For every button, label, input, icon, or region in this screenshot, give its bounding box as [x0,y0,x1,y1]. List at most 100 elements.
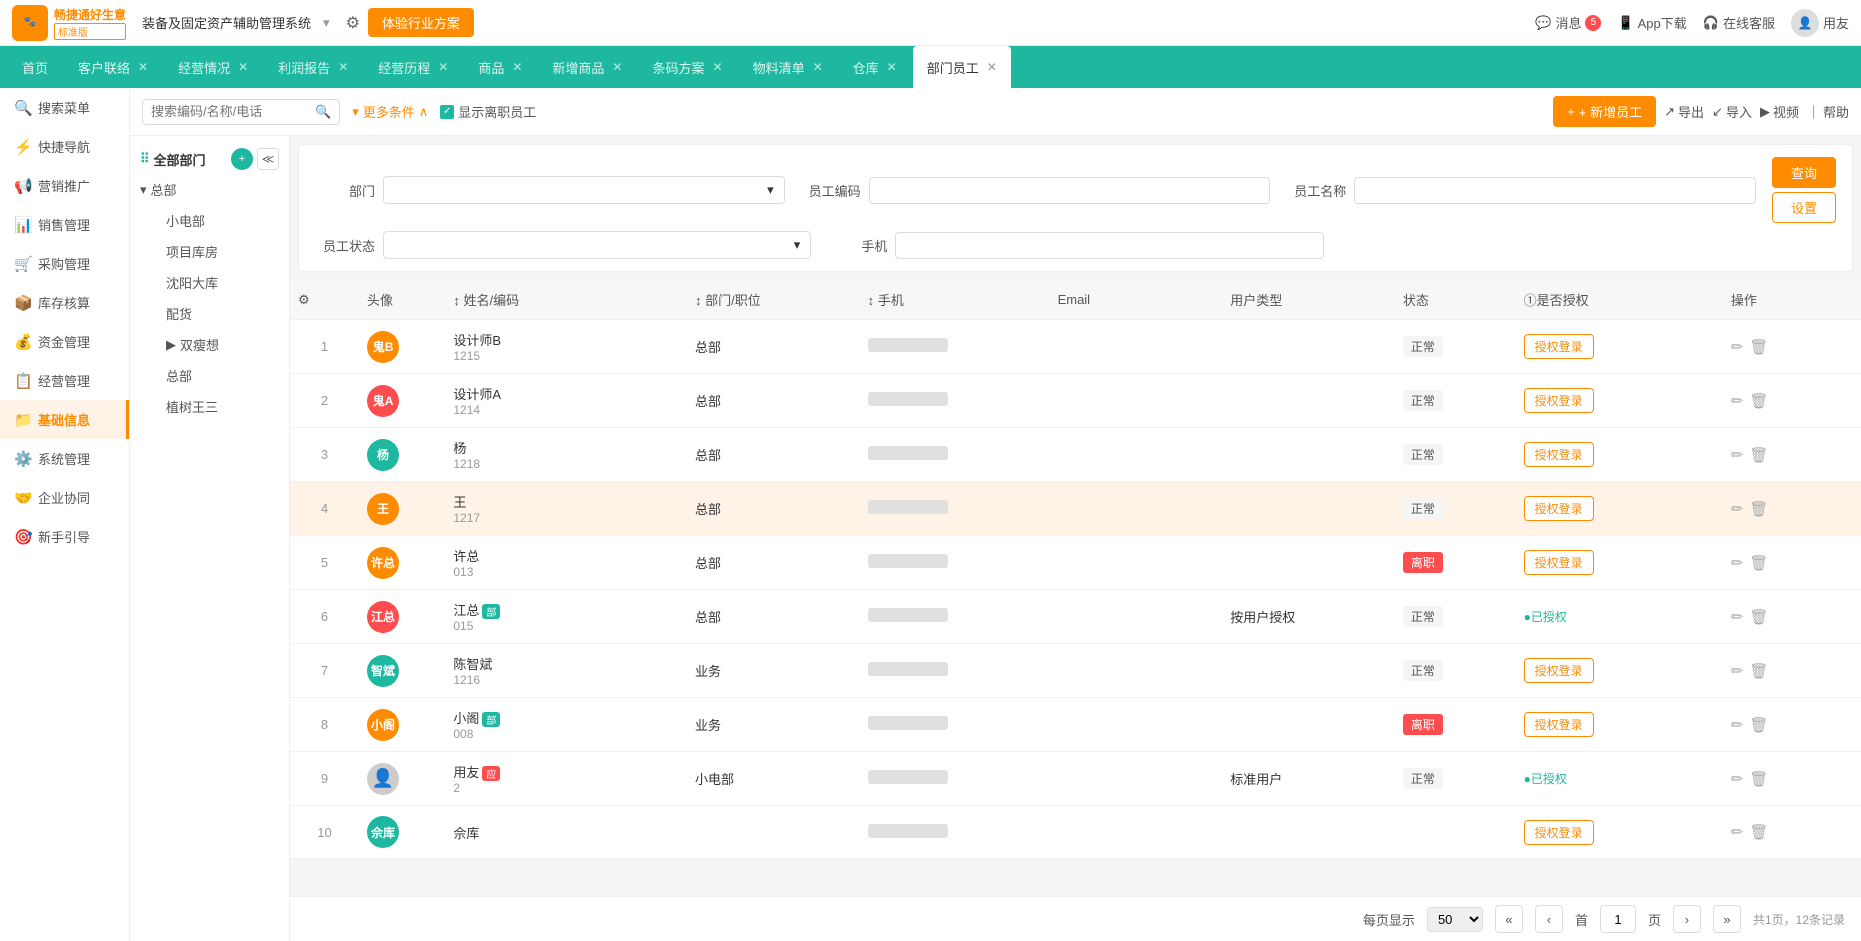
auth-btn[interactable]: 授权登录 [1524,712,1594,737]
user-menu[interactable]: 👤 用友 [1791,9,1849,37]
delete-icon[interactable]: 🗑 [1749,823,1768,841]
add-dept-btn[interactable]: + [231,148,253,170]
sidebar-item-collab[interactable]: 🤝 企业协同 [0,478,129,517]
sidebar-item-bizmanage[interactable]: 📋 经营管理 [0,361,129,400]
close-icon[interactable]: ✕ [338,60,348,74]
edit-icon[interactable]: ✏ [1731,823,1744,841]
collapse-dept-btn[interactable]: ≪ [257,148,279,170]
tab-barcode[interactable]: 条码方案✕ [638,46,736,88]
auth-btn[interactable]: 授权登录 [1524,496,1594,521]
tab-customer[interactable]: 客户联络✕ [64,46,162,88]
auth-btn[interactable]: 授权登录 [1524,388,1594,413]
th-settings[interactable]: ⚙ [290,280,359,320]
show-resigned-toggle[interactable]: ✓ 显示离职员工 [440,102,536,121]
edit-icon[interactable]: ✏ [1731,770,1744,788]
auth-btn[interactable]: 授权登录 [1524,334,1594,359]
code-input[interactable] [869,177,1271,204]
delete-icon[interactable]: 🗑 [1749,608,1768,626]
tab-bom[interactable]: 物料清单✕ [739,46,837,88]
sidebar-item-inventory[interactable]: 📦 库存核算 [0,283,129,322]
delete-icon[interactable]: 🗑 [1749,338,1768,356]
help-btn[interactable]: ｜ 帮助 [1807,102,1849,121]
edit-icon[interactable]: ✏ [1731,554,1744,572]
dept-item-headquarters-expand[interactable]: ▾ 总部 [130,174,289,205]
message-btn[interactable]: 💬 消息 5 [1535,13,1601,32]
view-btn[interactable]: ▶ 视频 [1760,102,1799,121]
edit-icon[interactable]: ✏ [1731,446,1744,464]
delete-icon[interactable]: 🗑 [1749,554,1768,572]
th-phone[interactable]: ↕ 手机 [860,280,1050,320]
last-page-btn[interactable]: » [1713,905,1741,933]
close-icon[interactable]: ✕ [713,60,723,74]
delete-icon[interactable]: 🗑 [1749,716,1768,734]
auth-btn[interactable]: 授权登录 [1524,442,1594,467]
edit-icon[interactable]: ✏ [1731,392,1744,410]
delete-icon[interactable]: 🗑 [1749,770,1768,788]
sidebar-item-finance[interactable]: 💰 资金管理 [0,322,129,361]
first-page-btn[interactable]: « [1495,905,1523,933]
th-dept[interactable]: ↕ 部门/职位 [687,280,860,320]
close-icon[interactable]: ✕ [512,60,522,74]
auth-btn[interactable]: 授权登录 [1524,820,1594,845]
sidebar-item-quicknav[interactable]: ⚡ 快捷导航 [0,127,129,166]
auth-btn[interactable]: 授权登录 [1524,658,1594,683]
sidebar-item-purchase[interactable]: 🛒 采购管理 [0,244,129,283]
dept-item-zhishu[interactable]: 植树王三 [130,391,289,422]
delete-icon[interactable]: 🗑 [1749,392,1768,410]
add-employee-btn[interactable]: + + 新增员工 [1553,96,1656,127]
tab-employees[interactable]: 部门员工✕ [913,46,1011,88]
system-title-arrow[interactable]: ▾ [323,15,330,31]
close-icon[interactable]: ✕ [813,60,823,74]
dept-item-shuang[interactable]: ▶ 双瘦想 [130,329,289,360]
edit-icon[interactable]: ✏ [1731,662,1744,680]
tab-profit[interactable]: 利润报告✕ [264,46,362,88]
tab-addgoods[interactable]: 新增商品✕ [538,46,636,88]
tab-warehouse[interactable]: 仓库✕ [839,46,911,88]
sidebar-item-guide[interactable]: 🎯 新手引导 [0,517,129,556]
th-name[interactable]: ↕ 姓名/编码 [445,280,687,320]
delete-icon[interactable]: 🗑 [1749,500,1768,518]
dept-select[interactable]: ▾ [383,176,785,204]
dept-item-shenyang[interactable]: 沈阳大库 [130,267,289,298]
close-icon[interactable]: ✕ [887,60,897,74]
dept-item-xiaodibu[interactable]: 小电部 [130,205,289,236]
dept-item-zongbu[interactable]: 总部 [130,360,289,391]
sidebar-item-basic[interactable]: 📁 基础信息 [0,400,129,439]
page-input[interactable] [1600,905,1636,933]
dept-item-distribution[interactable]: 配货 [130,298,289,329]
sidebar-item-marketing[interactable]: 📢 营销推广 [0,166,129,205]
settings-icon[interactable]: ⚙ [346,13,360,33]
more-filter-btn[interactable]: ▾ 更多条件 ∧ [352,102,428,121]
trial-btn[interactable]: 体验行业方案 [368,8,474,37]
app-download-btn[interactable]: 📱 App下载 [1617,13,1686,32]
online-service-btn[interactable]: 🎧 在线客服 [1703,13,1775,32]
next-page-btn[interactable]: › [1673,905,1701,933]
page-size-select[interactable]: 50 20 100 [1427,907,1483,932]
delete-icon[interactable]: 🗑 [1749,446,1768,464]
export-btn[interactable]: ↗ 导出 [1664,102,1704,121]
close-icon[interactable]: ✕ [612,60,622,74]
close-icon[interactable]: ✕ [238,60,248,74]
search-input[interactable] [151,104,311,119]
setting-btn[interactable]: 设置 [1772,192,1836,223]
name-input[interactable] [1354,177,1756,204]
status-select[interactable]: ▾ [383,231,811,259]
query-btn[interactable]: 查询 [1772,157,1836,188]
phone-input[interactable] [895,232,1323,259]
dept-item-project[interactable]: 项目库房 [130,236,289,267]
close-icon[interactable]: ✕ [987,60,997,74]
tab-history[interactable]: 经营历程✕ [364,46,462,88]
sidebar-item-system[interactable]: ⚙️ 系统管理 [0,439,129,478]
close-icon[interactable]: ✕ [438,60,448,74]
tab-goods[interactable]: 商品✕ [464,46,536,88]
auth-btn[interactable]: 授权登录 [1524,550,1594,575]
close-icon[interactable]: ✕ [138,60,148,74]
sidebar-item-sales[interactable]: 📊 销售管理 [0,205,129,244]
edit-icon[interactable]: ✏ [1731,716,1744,734]
edit-icon[interactable]: ✏ [1731,608,1744,626]
tab-operation[interactable]: 经营情况✕ [164,46,262,88]
sidebar-item-search[interactable]: 🔍 搜索菜单 [0,88,129,127]
delete-icon[interactable]: 🗑 [1749,662,1768,680]
prev-page-btn[interactable]: ‹ [1535,905,1563,933]
edit-icon[interactable]: ✏ [1731,338,1744,356]
